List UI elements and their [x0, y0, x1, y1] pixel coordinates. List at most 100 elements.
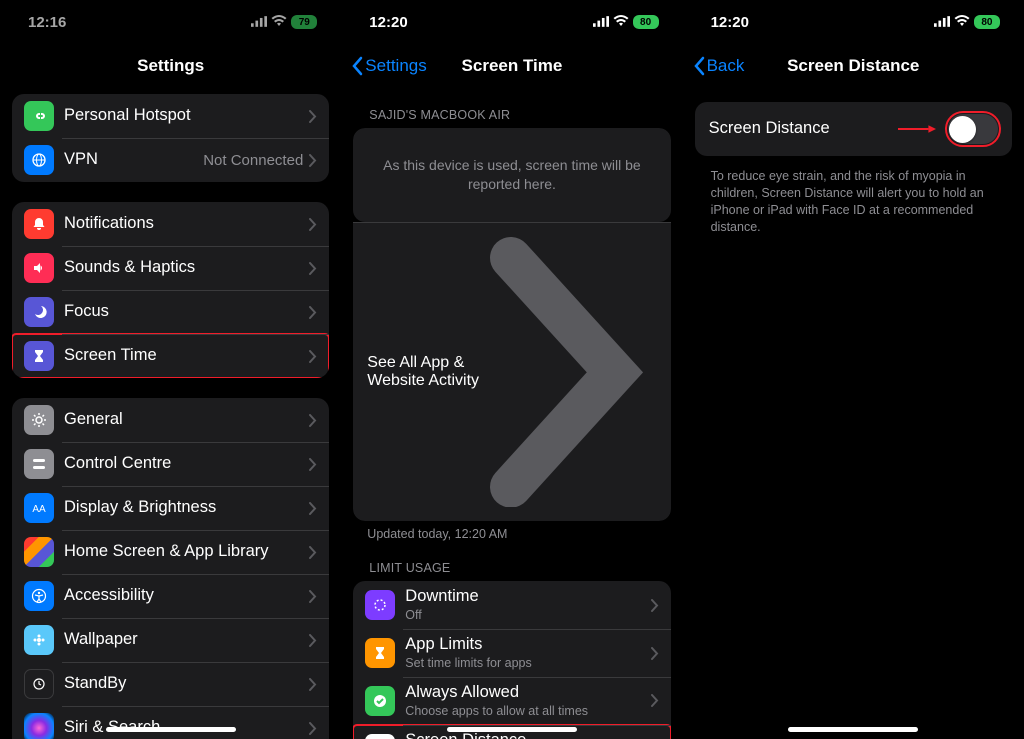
back-button[interactable]: Settings: [351, 56, 426, 76]
row-downtime[interactable]: Downtime Off: [353, 581, 670, 629]
toggle-knob: [949, 116, 976, 143]
chevron-right-icon: [309, 634, 317, 647]
page-title: Settings: [0, 56, 341, 76]
chevron-right-icon: [651, 694, 659, 707]
bell-icon: [24, 209, 54, 239]
switches-icon: [24, 449, 54, 479]
hourglass-icon: [365, 638, 395, 668]
home-indicator[interactable]: [106, 727, 236, 732]
row-display-brightness[interactable]: AA Display & Brightness: [12, 486, 329, 530]
row-always-allowed[interactable]: Always Allowed Choose apps to allow at a…: [353, 677, 670, 725]
row-subtitle: Set time limits for apps: [405, 656, 650, 671]
status-time: 12:16: [28, 14, 66, 31]
phone-screen-distance: 12:20 80 Back Screen Distance Screen Dis…: [683, 0, 1024, 739]
cellular-icon: [593, 14, 609, 31]
row-label: Notifications: [64, 214, 309, 234]
row-label: Control Centre: [64, 454, 309, 474]
row-label: Sounds & Haptics: [64, 258, 309, 278]
cellular-icon: [934, 14, 950, 31]
chevron-right-icon: [309, 306, 317, 319]
cellular-icon: [251, 14, 267, 31]
row-personal-hotspot[interactable]: Personal Hotspot: [12, 94, 329, 138]
siri-icon: [24, 713, 54, 739]
back-label: Settings: [365, 56, 426, 76]
link-label: See All App & Website Activity: [367, 354, 490, 390]
chevron-right-icon: [651, 599, 659, 612]
status-icons: 79: [251, 14, 317, 31]
row-home-screen[interactable]: Home Screen & App Library: [12, 530, 329, 574]
row-label: Screen Time: [64, 346, 309, 366]
chevron-right-icon: [651, 647, 659, 660]
nav-bar: Settings Screen Time: [341, 44, 682, 88]
group-connectivity: Personal Hotspot VPN Not Connected: [12, 94, 329, 182]
nav-bar: Back Screen Distance: [683, 44, 1024, 88]
row-notifications[interactable]: Notifications: [12, 202, 329, 246]
svg-text:AA: AA: [32, 504, 46, 515]
gear-icon: [24, 405, 54, 435]
row-detail: Not Connected: [203, 152, 303, 169]
chevron-left-icon: [351, 56, 363, 76]
see-all-activity[interactable]: See All App & Website Activity: [353, 222, 670, 522]
toggle-switch[interactable]: [948, 114, 998, 144]
chevron-right-icon: [309, 218, 317, 231]
row-vpn[interactable]: VPN Not Connected: [12, 138, 329, 182]
chevron-right-icon: [309, 110, 317, 123]
row-control-centre[interactable]: Control Centre: [12, 442, 329, 486]
row-label: Always Allowed: [405, 683, 650, 703]
clock-icon: [24, 669, 54, 699]
chevron-right-icon: [309, 262, 317, 275]
chevron-right-icon: [309, 414, 317, 427]
chevron-right-icon: [309, 722, 317, 735]
row-app-limits[interactable]: App Limits Set time limits for apps: [353, 629, 670, 677]
battery-pill: 80: [633, 15, 659, 29]
row-siri-search[interactable]: Siri & Search: [12, 706, 329, 739]
link-icon: [24, 101, 54, 131]
row-label: VPN: [64, 150, 203, 170]
chevron-right-icon: [309, 678, 317, 691]
chevron-right-icon: [490, 237, 657, 508]
phone-screen-time: 12:20 80 Settings Screen Time SAJID'S MA…: [341, 0, 682, 739]
annotation-arrow-icon: [898, 124, 936, 134]
row-label: StandBy: [64, 674, 309, 694]
wifi-icon: [613, 14, 629, 31]
row-subtitle: Choose apps to allow at all times: [405, 704, 650, 719]
globe-icon: [24, 145, 54, 175]
chevron-right-icon: [309, 154, 317, 167]
battery-pill: 80: [974, 15, 1000, 29]
home-indicator[interactable]: [788, 727, 918, 732]
wifi-icon: [271, 14, 287, 31]
row-label: Wallpaper: [64, 630, 309, 650]
status-time: 12:20: [369, 14, 407, 31]
row-focus[interactable]: Focus: [12, 290, 329, 334]
row-label: App Limits: [405, 635, 650, 655]
back-button[interactable]: Back: [693, 56, 745, 76]
status-bar: 12:20 80: [683, 0, 1024, 44]
row-general[interactable]: General: [12, 398, 329, 442]
section-header: SAJID'S MACBOOK AIR: [353, 88, 670, 128]
home-indicator[interactable]: [447, 727, 577, 732]
status-time: 12:20: [711, 14, 749, 31]
chevron-right-icon: [309, 590, 317, 603]
row-label: Focus: [64, 302, 309, 322]
row-wallpaper[interactable]: Wallpaper: [12, 618, 329, 662]
chevron-right-icon: [309, 502, 317, 515]
chevron-left-icon: [693, 56, 705, 76]
group-notifications: Notifications Sounds & Haptics Focus Scr…: [12, 202, 329, 378]
toggle-label: Screen Distance: [709, 119, 898, 139]
screen-time-placeholder: As this device is used, screen time will…: [353, 128, 670, 222]
group-limit-usage: Downtime Off App Limits Set time limits …: [353, 581, 670, 739]
row-standby[interactable]: StandBy: [12, 662, 329, 706]
row-accessibility[interactable]: Accessibility: [12, 574, 329, 618]
sun-icon: AA: [24, 493, 54, 523]
row-screen-distance-toggle[interactable]: Screen Distance: [695, 102, 1012, 156]
hourglass-icon: [24, 341, 54, 371]
flower-icon: [24, 625, 54, 655]
row-label: Screen Distance: [405, 731, 650, 739]
speaker-icon: [24, 253, 54, 283]
row-screen-time[interactable]: Screen Time: [12, 334, 329, 378]
status-icons: 80: [934, 14, 1000, 31]
row-label: Accessibility: [64, 586, 309, 606]
grid-icon: [24, 537, 54, 567]
row-sounds-haptics[interactable]: Sounds & Haptics: [12, 246, 329, 290]
row-label: Home Screen & App Library: [64, 542, 309, 562]
